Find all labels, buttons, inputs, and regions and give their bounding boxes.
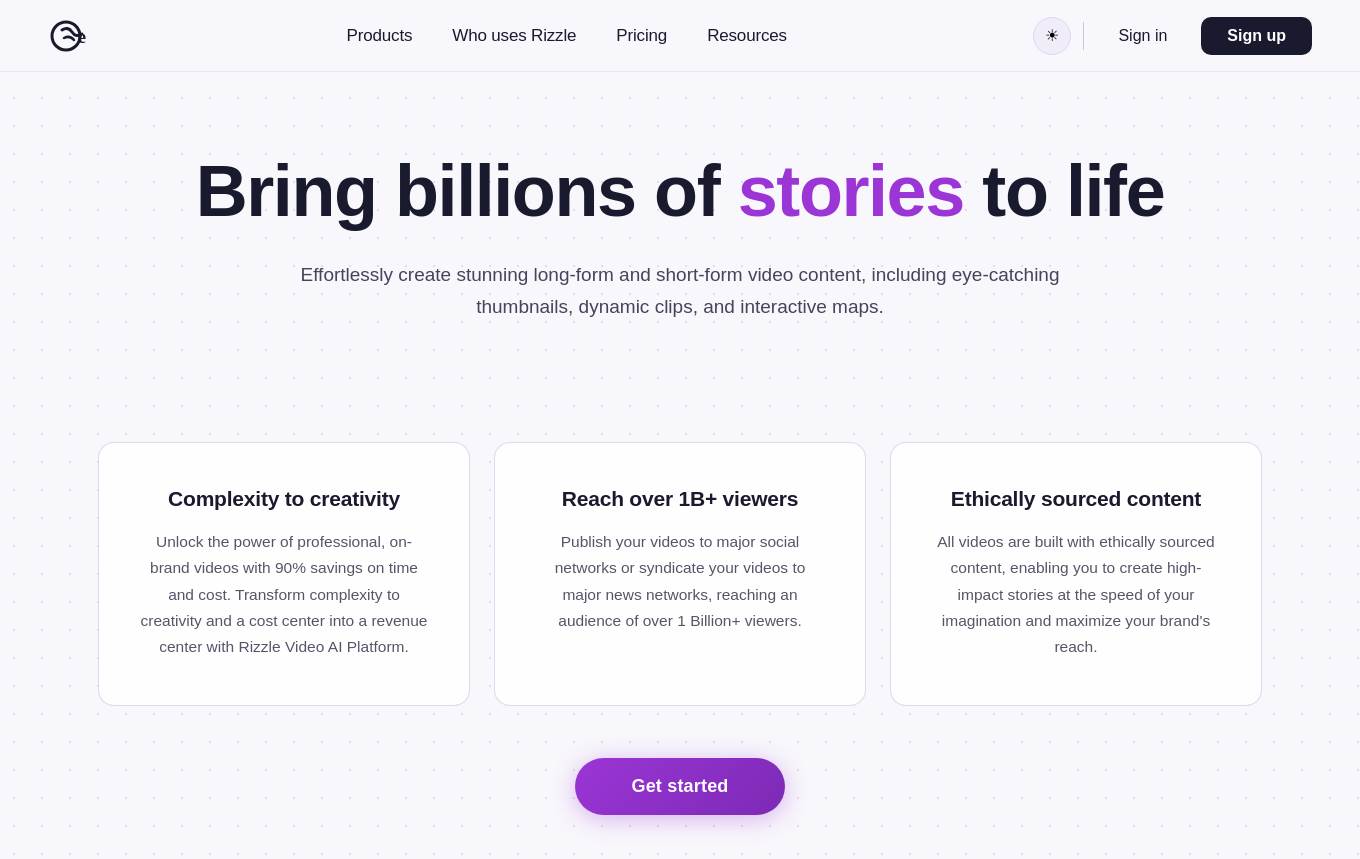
nav-right: ☀ Sign in Sign up bbox=[1033, 17, 1312, 55]
feature-cards: Complexity to creativity Unlock the powe… bbox=[50, 442, 1310, 706]
hero-title-prefix: Bring billions of bbox=[196, 151, 738, 231]
logo[interactable]: e bbox=[48, 18, 100, 54]
cta-row: Get started bbox=[0, 758, 1360, 815]
nav-link-resources[interactable]: Resources bbox=[707, 26, 787, 45]
nav-link-who-uses[interactable]: Who uses Rizzle bbox=[452, 26, 576, 45]
card-ethical-title: Ethically sourced content bbox=[931, 487, 1221, 511]
theme-toggle-button[interactable]: ☀ bbox=[1033, 17, 1071, 55]
card-ethical: Ethically sourced content All videos are… bbox=[890, 442, 1262, 706]
signup-button[interactable]: Sign up bbox=[1201, 17, 1312, 55]
card-reach: Reach over 1B+ viewers Publish your vide… bbox=[494, 442, 866, 706]
nav-item-resources[interactable]: Resources bbox=[707, 26, 787, 46]
main-content: Bring billions of stories to life Effort… bbox=[0, 72, 1360, 859]
hero-title: Bring billions of stories to life bbox=[48, 152, 1312, 231]
nav-link-products[interactable]: Products bbox=[347, 26, 413, 45]
hero-section: Bring billions of stories to life Effort… bbox=[0, 72, 1360, 442]
card-ethical-text: All videos are built with ethically sour… bbox=[931, 529, 1221, 661]
card-complexity: Complexity to creativity Unlock the powe… bbox=[98, 442, 470, 706]
sun-icon: ☀ bbox=[1045, 26, 1059, 45]
signin-button[interactable]: Sign in bbox=[1096, 19, 1189, 53]
hero-subtitle: Effortlessly create stunning long-form a… bbox=[300, 259, 1060, 322]
nav-link-pricing[interactable]: Pricing bbox=[616, 26, 667, 45]
nav-item-pricing[interactable]: Pricing bbox=[616, 26, 667, 46]
get-started-button[interactable]: Get started bbox=[575, 758, 784, 815]
hero-title-suffix: to life bbox=[964, 151, 1164, 231]
svg-text:e: e bbox=[78, 27, 86, 47]
navbar: e Products Who uses Rizzle Pricing Resou… bbox=[0, 0, 1360, 72]
card-complexity-title: Complexity to creativity bbox=[139, 487, 429, 511]
card-reach-title: Reach over 1B+ viewers bbox=[535, 487, 825, 511]
nav-item-who-uses[interactable]: Who uses Rizzle bbox=[452, 26, 576, 46]
hero-title-highlight: stories bbox=[738, 151, 964, 231]
nav-divider bbox=[1083, 22, 1084, 50]
nav-links: Products Who uses Rizzle Pricing Resourc… bbox=[347, 26, 787, 46]
card-complexity-text: Unlock the power of professional, on-bra… bbox=[139, 529, 429, 661]
nav-item-products[interactable]: Products bbox=[347, 26, 413, 46]
card-reach-text: Publish your videos to major social netw… bbox=[535, 529, 825, 634]
